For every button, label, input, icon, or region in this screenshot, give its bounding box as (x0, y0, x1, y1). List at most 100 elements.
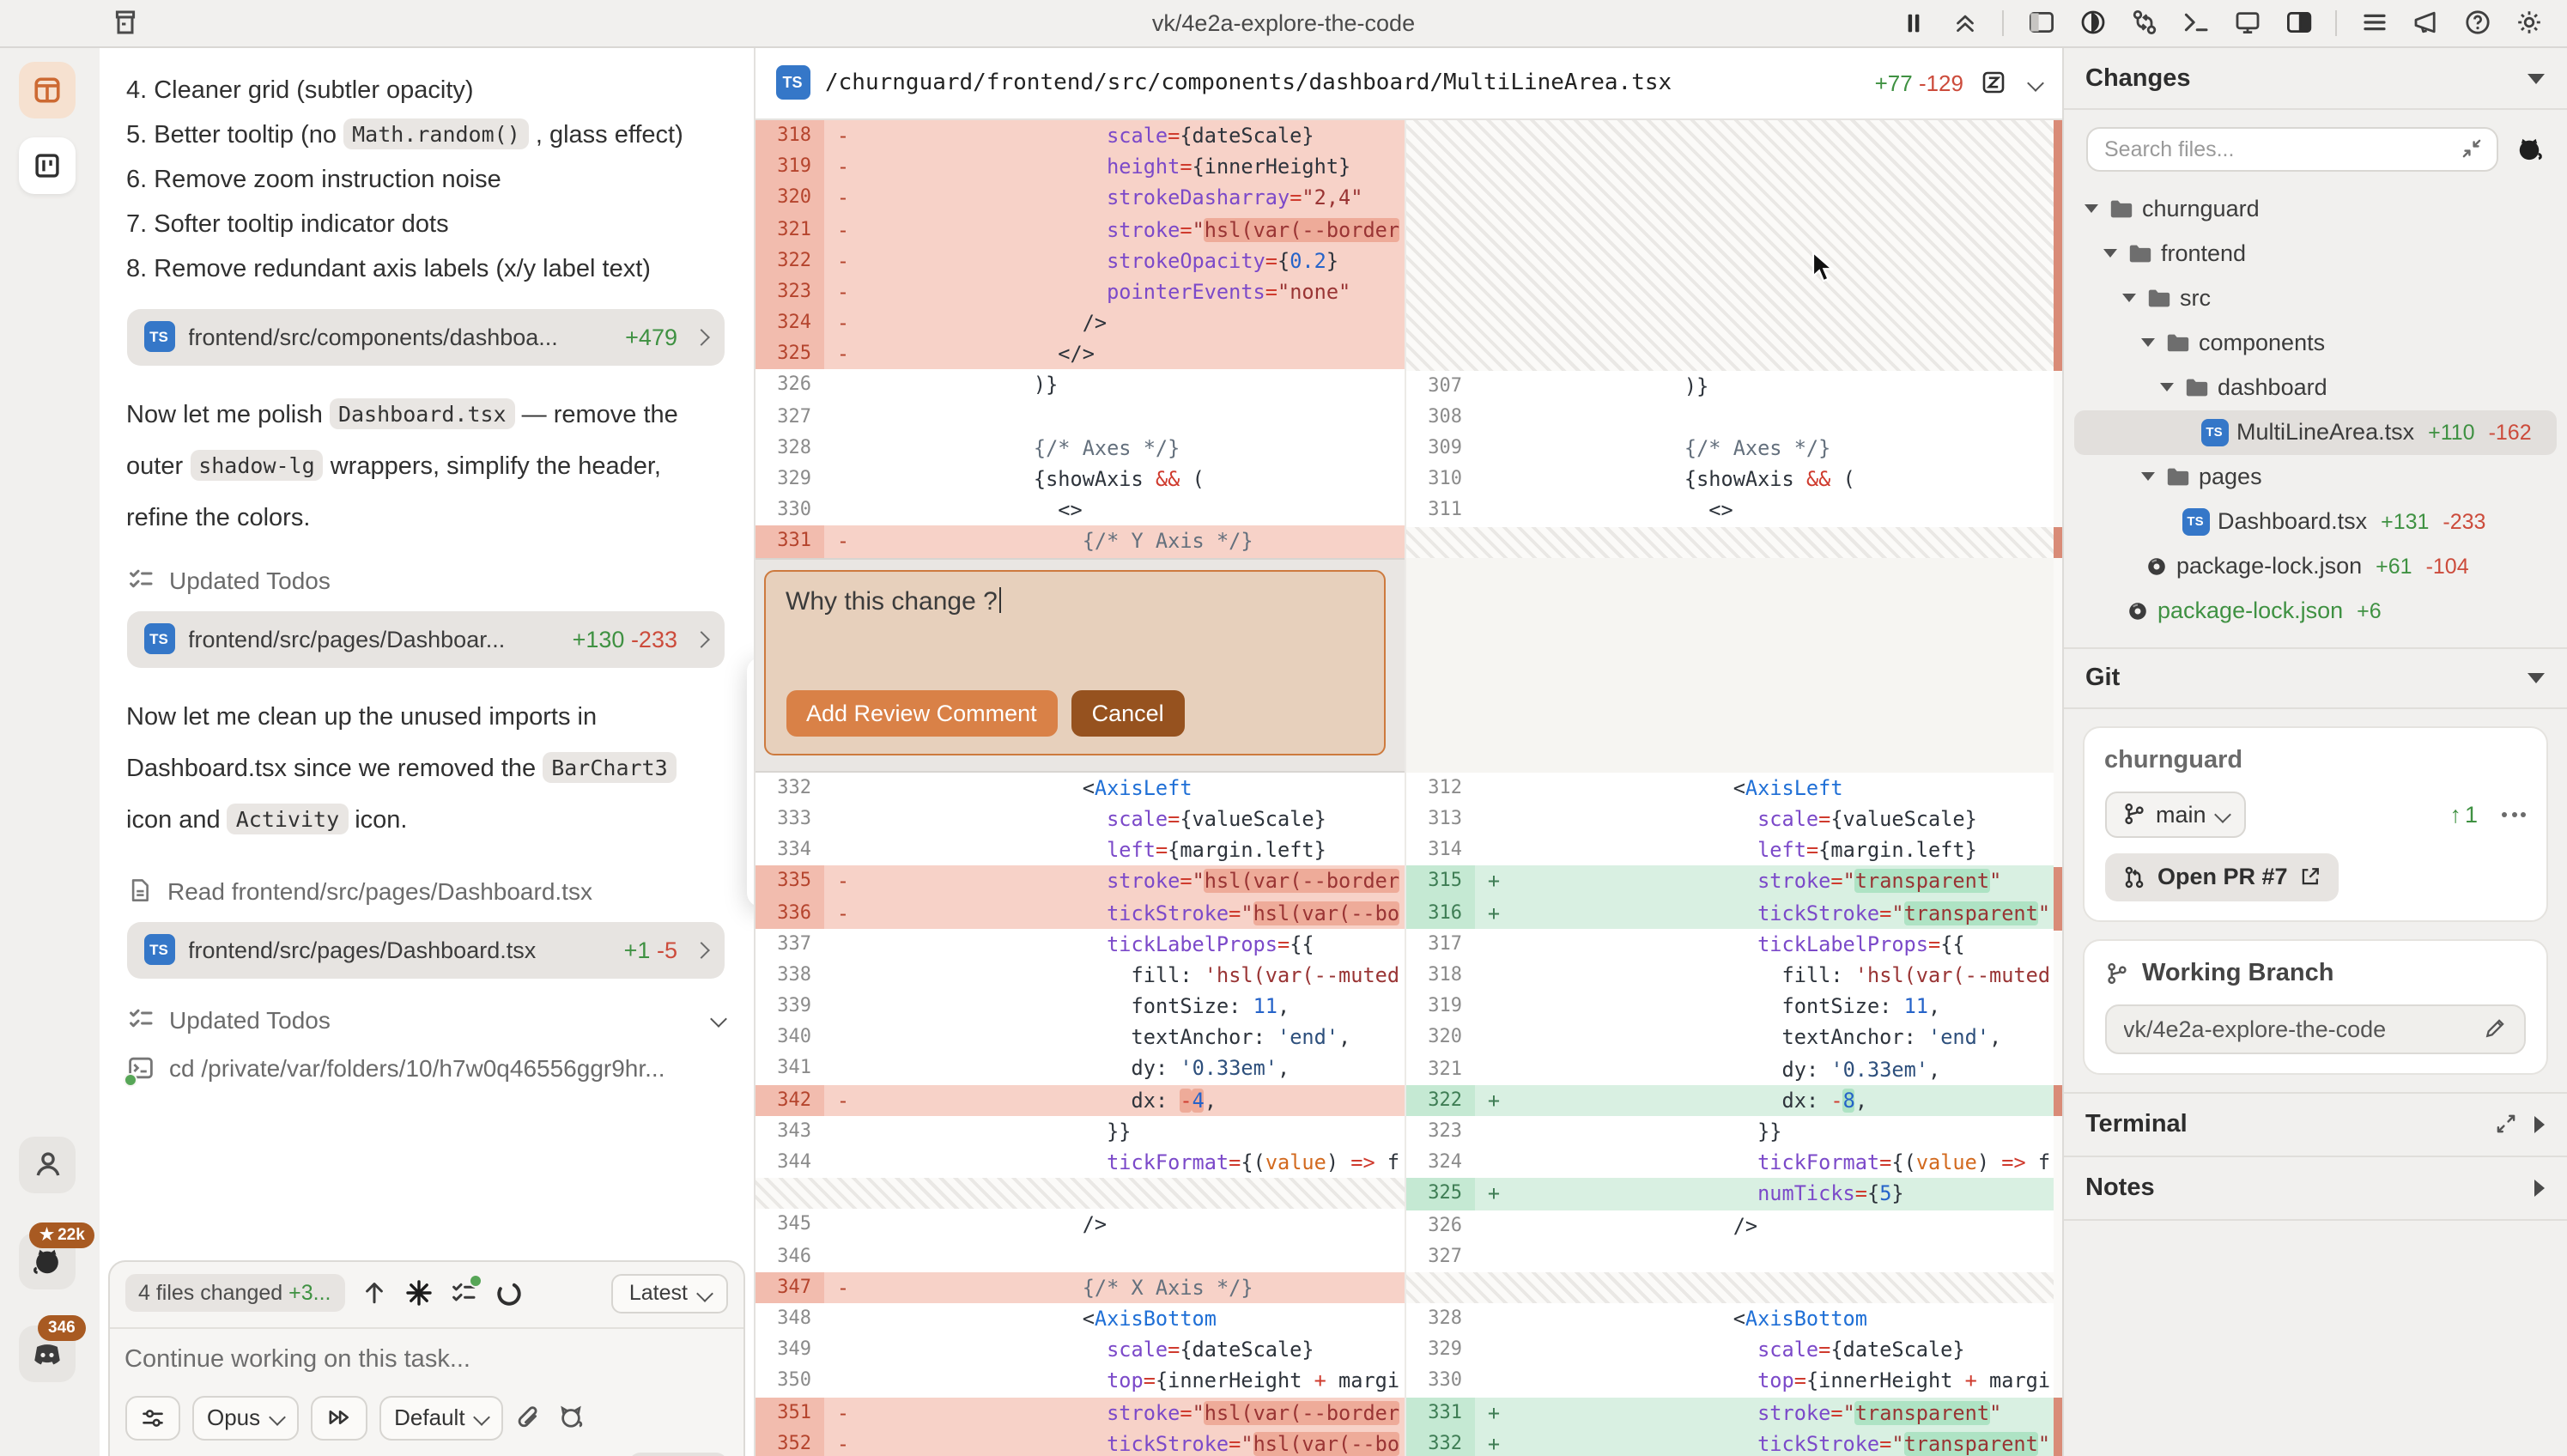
attach-paperclip-icon[interactable] (515, 1403, 544, 1432)
mode-select[interactable]: Default (379, 1395, 502, 1440)
tree-item-frontend[interactable]: frontend (2073, 231, 2557, 276)
diff-line-new-331[interactable]: 331+ stroke="transparent" (1405, 1397, 2054, 1428)
diff-line-new-316[interactable]: 316+ tickStroke="transparent" (1405, 897, 2054, 928)
diff-line-new-317[interactable]: 317 tickLabelProps={{ (1405, 929, 2054, 960)
diff-line-new-320[interactable]: 320 textAnchor: 'end', (1405, 1022, 2054, 1053)
spark-icon[interactable] (405, 1278, 434, 1307)
read-file-row[interactable]: Read frontend/src/pages/Dashboard.tsx (126, 877, 724, 904)
diff-line-new-325[interactable]: 325+ numTicks={5} (1405, 1179, 2054, 1210)
tree-item-pages[interactable]: pages (2073, 454, 2557, 499)
diff-line-old-343[interactable]: 343 }} (755, 1116, 1404, 1147)
diff-line-new-315[interactable]: 315+ stroke="transparent" (1405, 866, 2054, 897)
tree-item-Dashboard.tsx[interactable]: TSDashboard.tsx+131-233 (2073, 499, 2557, 543)
tree-item-churnguard[interactable]: churnguard (2073, 186, 2557, 231)
version-select[interactable]: Latest (612, 1273, 727, 1313)
tree-item-dashboard[interactable]: dashboard (2073, 365, 2557, 410)
diff-line-new-324[interactable]: 324 tickFormat={(value) => f (1405, 1147, 2054, 1178)
help-icon[interactable] (2462, 9, 2491, 38)
diff-line-old-347[interactable]: 347- {/* X Axis */} (755, 1272, 1404, 1303)
terminal-section-header[interactable]: Terminal (2063, 1091, 2567, 1155)
settings-sliders-button[interactable] (124, 1395, 179, 1440)
diff-line-new-319[interactable]: 319 fontSize: 11, (1405, 991, 2054, 1022)
diff-line-old-329[interactable]: 329 {showAxis && ( (755, 464, 1404, 494)
diff-line-old-339[interactable]: 339 fontSize: 11, (755, 991, 1404, 1022)
search-input[interactable] (2101, 135, 2450, 162)
diff-line-old-319[interactable]: 319- height={innerHeight} (755, 151, 1404, 182)
diff-line-old-332[interactable]: 332 <AxisLeft (755, 773, 1404, 804)
tree-item-package-lock.json[interactable]: package-lock.json+6 (2073, 588, 2557, 633)
expand-triangle-icon[interactable] (2140, 472, 2154, 481)
megaphone-icon[interactable] (2411, 9, 2440, 38)
diff-line-old-340[interactable]: 340 textAnchor: 'end', (755, 1022, 1404, 1053)
file-chip-components-dashboard[interactable]: TS frontend/src/components/dashboa... +4… (126, 308, 724, 365)
file-chip-pages-dashboard-2[interactable]: TS frontend/src/pages/Dashboard.tsx +1 -… (126, 921, 724, 978)
diff-line-old-345[interactable]: 345 /> (755, 1210, 1404, 1241)
diff-line-old-320[interactable]: 320- strokeDasharray="2,4" (755, 183, 1404, 214)
octocat-icon[interactable] (2514, 133, 2545, 164)
todos-status-icon[interactable] (450, 1278, 479, 1307)
diff-line-old-321[interactable]: 321- stroke="hsl(var(--border (755, 214, 1404, 245)
expand-triangle-icon[interactable] (2084, 204, 2097, 213)
diff-line-new-310[interactable]: 310 {showAxis && ( (1405, 464, 2054, 494)
pause-icon[interactable] (1899, 9, 1928, 38)
diff-line-new-313[interactable]: 313 scale={valueScale} (1405, 804, 2054, 834)
collapse-all-icon[interactable] (2461, 137, 2483, 160)
diff-line-old-322[interactable]: 322- strokeOpacity={0.2} (755, 245, 1404, 276)
diff-overview-ruler[interactable] (2054, 120, 2061, 1456)
diff-line-old-352[interactable]: 352- tickStroke="hsl(var(--bo (755, 1428, 1404, 1456)
updated-todos-row[interactable]: Updated Todos (126, 566, 724, 593)
open-pr-button[interactable]: Open PR #7 (2104, 852, 2339, 901)
changes-section-header[interactable]: Changes (2063, 47, 2567, 109)
expand-triangle-icon[interactable] (2103, 249, 2116, 258)
diff-line-old-327[interactable]: 327 (755, 401, 1404, 432)
diff-line-old-318[interactable]: 318- scale={dateScale} (755, 120, 1404, 151)
send-button[interactable]: Send (628, 1452, 727, 1456)
review-comment-box[interactable]: Why this change ?Add Review CommentCance… (763, 569, 1385, 755)
diff-line-old-348[interactable]: 348 <AxisBottom (755, 1303, 1404, 1334)
diff-line-new-332[interactable]: 332+ tickStroke="transparent" (1405, 1429, 2054, 1456)
panel-left-icon[interactable] (2026, 9, 2055, 38)
fast-forward-button[interactable] (310, 1395, 367, 1440)
diff-line-old-335[interactable]: 335- stroke="hsl(var(--border (755, 866, 1404, 897)
diff-line-old-326[interactable]: 326 )} (755, 370, 1404, 401)
git-section-header[interactable]: Git (2063, 646, 2567, 708)
diff-line-old-325[interactable]: 325- </> (755, 339, 1404, 370)
diff-line-old-331[interactable]: 331- {/* Y Axis */} (755, 526, 1404, 557)
diff-line-new-330[interactable]: 330 top={innerHeight + margi (1405, 1366, 2054, 1397)
contrast-icon[interactable] (2078, 9, 2107, 38)
diff-line-old-330[interactable]: 330 <> (755, 494, 1404, 525)
cancel-button[interactable]: Cancel (1071, 690, 1185, 737)
panel-right-icon[interactable] (2284, 9, 2313, 38)
diff-line-new-321[interactable]: 321 dy: '0.33em', (1405, 1053, 2054, 1084)
working-branch-input[interactable]: vk/4e2a-explore-the-code (2104, 1004, 2526, 1053)
diff-line-new-329[interactable]: 329 scale={dateScale} (1405, 1335, 2054, 1366)
diff-view-icon[interactable] (1979, 70, 2006, 97)
settings-gear-icon[interactable] (2514, 9, 2543, 38)
diff-line-new-318[interactable]: 318 fill: 'hsl(var(--muted (1405, 960, 2054, 991)
diff-line-old-350[interactable]: 350 top={innerHeight + margi (755, 1366, 1404, 1397)
git-compare-icon[interactable] (2129, 9, 2158, 38)
diff-line-new-307[interactable]: 307 )} (1405, 370, 2054, 401)
diff-line-old-341[interactable]: 341 dy: '0.33em', (755, 1053, 1404, 1084)
expand-triangle-icon[interactable] (2121, 294, 2135, 302)
diff-line-old-333[interactable]: 333 scale={valueScale} (755, 804, 1404, 834)
diff-line-old-324[interactable]: 324- /> (755, 307, 1404, 338)
diff-line-old-342[interactable]: 342- dx: -4, (755, 1084, 1404, 1115)
expand-triangle-icon[interactable] (2140, 338, 2154, 347)
terminal-icon[interactable] (2181, 9, 2210, 38)
expand-triangle-icon[interactable] (2159, 383, 2173, 391)
scroll-up-icon[interactable] (361, 1278, 390, 1307)
message-input[interactable]: Continue working on this task... (124, 1345, 727, 1373)
diff-line-old-344[interactable]: 344 tickFormat={(value) => f (755, 1147, 1404, 1178)
diff-line-old-349[interactable]: 349 scale={dateScale} (755, 1334, 1404, 1365)
diff-line-new-308[interactable]: 308 (1405, 402, 2054, 433)
tree-item-package-lock.json[interactable]: package-lock.json+61-104 (2073, 543, 2557, 588)
edit-pencil-icon[interactable] (2483, 1016, 2507, 1040)
review-comment-text[interactable]: Why this change ? (786, 586, 1362, 616)
model-select[interactable]: Opus (191, 1395, 298, 1440)
account-button[interactable] (19, 1136, 76, 1192)
diff-line-old-323[interactable]: 323- pointerEvents="none" (755, 276, 1404, 307)
monitor-icon[interactable] (2232, 9, 2261, 38)
file-chip-pages-dashboard[interactable]: TS frontend/src/pages/Dashboar... +130 -… (126, 610, 724, 667)
board-view-button[interactable] (19, 136, 76, 193)
